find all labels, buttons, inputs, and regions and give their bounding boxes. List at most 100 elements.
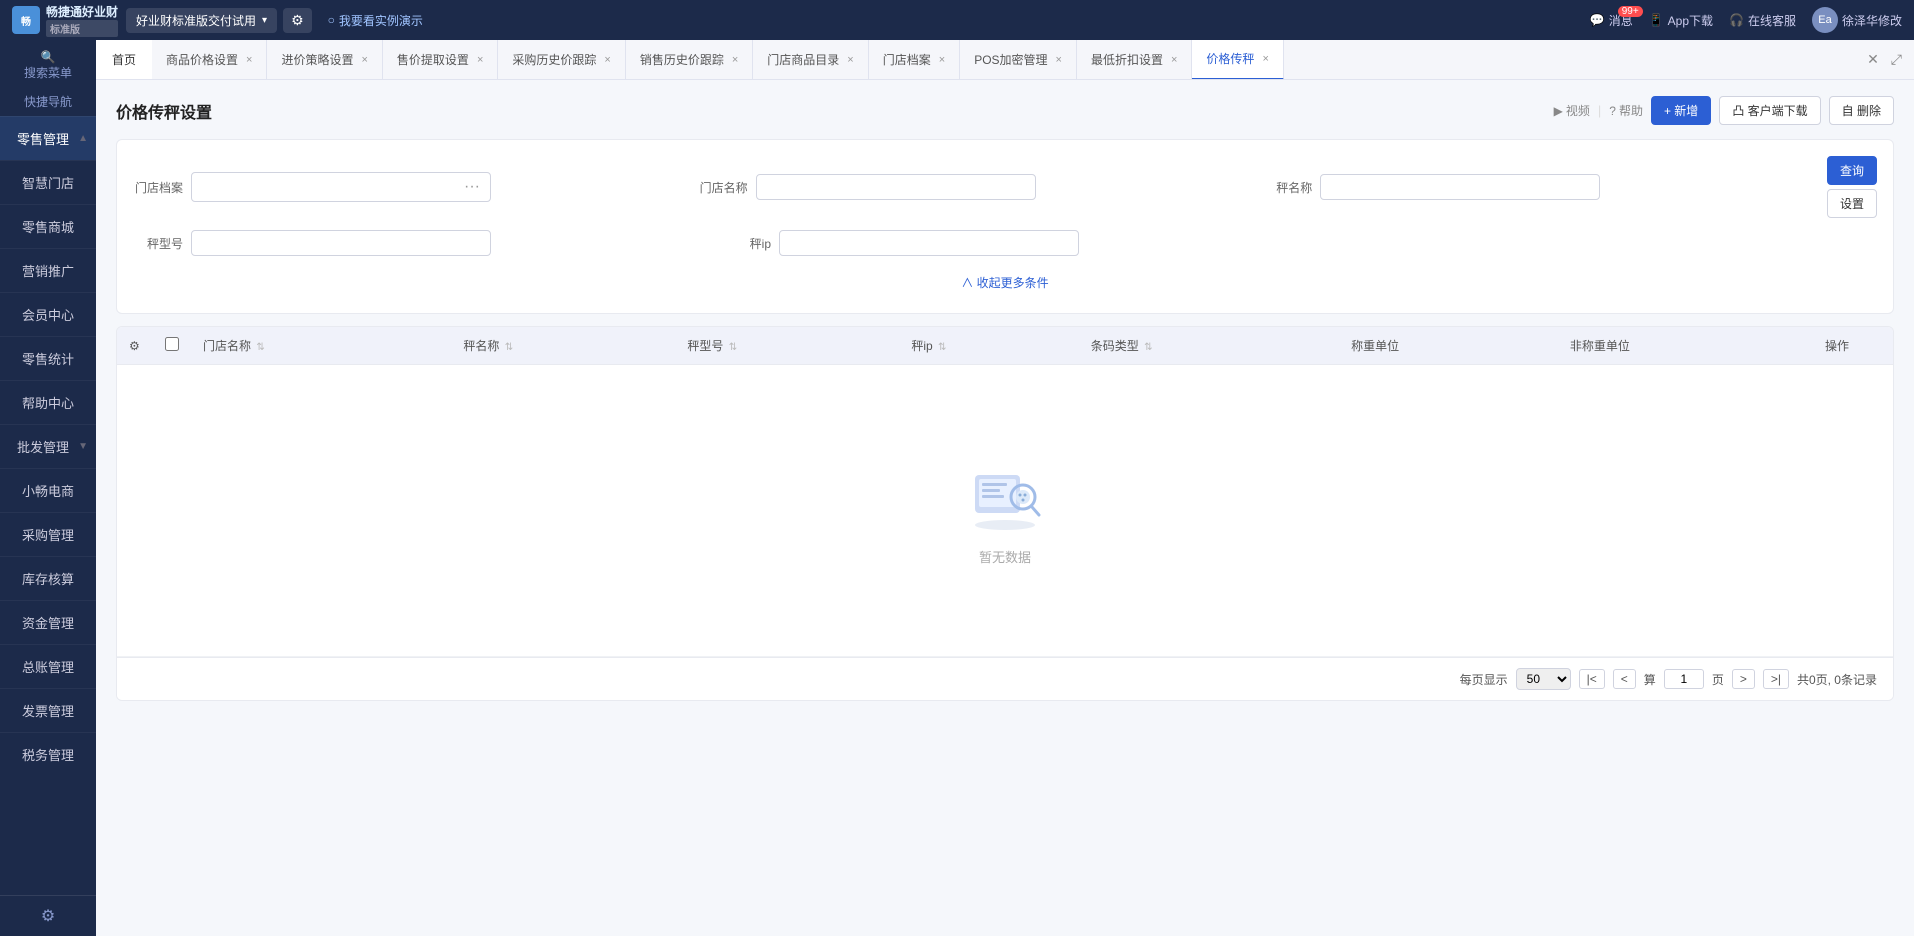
- video-label: 视频: [1566, 102, 1590, 119]
- tab-store-catalog[interactable]: 门店商品目录 ×: [753, 40, 868, 80]
- store-name-input[interactable]: [756, 174, 1036, 200]
- message-button[interactable]: 💬 消息 99+: [1590, 12, 1633, 29]
- download-label: 凸 客户端下载: [1732, 102, 1807, 119]
- tab-label: 商品价格设置: [166, 51, 238, 68]
- more-icon[interactable]: ···: [464, 178, 480, 196]
- select-all-checkbox[interactable]: [165, 337, 179, 351]
- online-service-button[interactable]: 🎧 在线客服: [1729, 12, 1796, 29]
- empty-cell: 暂无数据: [117, 365, 1893, 657]
- table-body: 暂无数据: [117, 365, 1893, 657]
- th-checkbox: [153, 327, 191, 365]
- help-link[interactable]: ? 帮助: [1609, 102, 1643, 119]
- empty-text: 暂无数据: [979, 547, 1031, 566]
- sidebar-search[interactable]: 🔍 搜索菜单: [0, 40, 96, 87]
- setting-button[interactable]: 设置: [1827, 189, 1877, 218]
- sidebar-item-invoice[interactable]: 发票管理: [0, 688, 96, 732]
- close-icon[interactable]: ×: [246, 54, 252, 66]
- tab-sale-price[interactable]: 售价提取设置 ×: [383, 40, 498, 80]
- message-icon: 💬: [1590, 13, 1605, 27]
- pagination-bar: 每页显示 50 10 20 100 |< < 算 页 > >|: [117, 657, 1893, 700]
- collapse-label: ∧ 收起更多条件: [961, 274, 1048, 291]
- sidebar-item-tax[interactable]: 税务管理: [0, 732, 96, 776]
- delete-button[interactable]: 自 删除: [1829, 96, 1894, 125]
- query-label: 查询: [1840, 162, 1864, 179]
- sidebar-item-general-ledger[interactable]: 总账管理: [0, 644, 96, 688]
- tab-store-file[interactable]: 门店档案 ×: [869, 40, 960, 80]
- tab-label: POS加密管理: [974, 51, 1047, 68]
- per-page-select[interactable]: 50 10 20 100: [1516, 668, 1571, 690]
- sidebar-item-retail[interactable]: 零售管理 ▲: [0, 116, 96, 160]
- tab-pos-manage[interactable]: POS加密管理 ×: [960, 40, 1077, 80]
- add-button[interactable]: + 新增: [1651, 96, 1711, 125]
- topbar-settings-button[interactable]: ⚙: [283, 8, 312, 33]
- close-icon[interactable]: ×: [477, 54, 483, 66]
- sidebar-item-smart-store[interactable]: 智慧门店: [0, 160, 96, 204]
- query-button[interactable]: 查询: [1827, 156, 1877, 185]
- download-button[interactable]: 凸 客户端下载: [1719, 96, 1820, 125]
- close-icon[interactable]: ×: [604, 54, 610, 66]
- tab-label: 首页: [112, 51, 136, 68]
- close-icon[interactable]: ×: [847, 54, 853, 66]
- demo-label: 我要看实例演示: [339, 12, 423, 29]
- close-window-button[interactable]: ✕: [1863, 49, 1883, 70]
- tab-label: 采购历史价跟踪: [512, 51, 596, 68]
- sidebar-item-retail-mall[interactable]: 零售商城: [0, 204, 96, 248]
- tab-sale-history[interactable]: 销售历史价跟踪 ×: [626, 40, 753, 80]
- prev-page-button[interactable]: <: [1613, 669, 1636, 689]
- th-store-name: 门店名称 ⇅: [191, 327, 451, 365]
- sidebar-item-marketing[interactable]: 营销推广: [0, 248, 96, 292]
- sidebar-item-inventory[interactable]: 库存核算: [0, 556, 96, 600]
- video-link[interactable]: ▶ 视频: [1554, 102, 1590, 119]
- sidebar-item-member[interactable]: 会员中心: [0, 292, 96, 336]
- demo-link[interactable]: ○ 我要看实例演示: [328, 12, 423, 29]
- sidebar-item-help[interactable]: 帮助中心: [0, 380, 96, 424]
- sidebar-item-finance[interactable]: 资金管理: [0, 600, 96, 644]
- app-download-button[interactable]: 📱 App下载: [1649, 12, 1713, 29]
- tab-product-price[interactable]: 商品价格设置 ×: [152, 40, 267, 80]
- collapse-button[interactable]: ∧ 收起更多条件: [133, 268, 1877, 297]
- close-icon[interactable]: ×: [1056, 54, 1062, 66]
- page-number-input[interactable]: [1664, 669, 1704, 689]
- sidebar-item-retail-stats[interactable]: 零售统计: [0, 336, 96, 380]
- first-page-button[interactable]: |<: [1579, 669, 1605, 689]
- logo-area: 畅 畅捷通好业财 标准版: [12, 3, 118, 37]
- tab-min-discount[interactable]: 最低折扣设置 ×: [1077, 40, 1192, 80]
- sidebar-item-purchase[interactable]: 采购管理: [0, 512, 96, 556]
- help-icon: ?: [1609, 104, 1616, 118]
- delete-label: 自 删除: [1842, 102, 1881, 119]
- sort-icon: ⇅: [938, 342, 946, 353]
- scale-name-input[interactable]: [1320, 174, 1600, 200]
- tab-price-transfer[interactable]: 价格传秤 ×: [1192, 40, 1283, 80]
- th-scale-ip: 秤ip ⇅: [899, 327, 1078, 365]
- next-page-button[interactable]: >: [1732, 669, 1755, 689]
- sidebar-item-label: 采购管理: [8, 525, 88, 544]
- app-name-text: 畅捷通好业财 标准版: [46, 3, 118, 37]
- filter-row-1: 门店档案 ··· 门店名称 秤名称: [133, 156, 1877, 218]
- last-page-button[interactable]: >|: [1763, 669, 1789, 689]
- tab-purchase-history[interactable]: 采购历史价跟踪 ×: [498, 40, 625, 80]
- th-gear[interactable]: ⚙: [117, 327, 153, 365]
- store-name-field: 门店名称: [698, 174, 1243, 200]
- tab-purchase-strategy[interactable]: 进价策略设置 ×: [267, 40, 382, 80]
- user-menu[interactable]: Ea 徐泽华修改: [1812, 7, 1902, 33]
- store-file-select[interactable]: ···: [191, 172, 491, 202]
- th-operation: 操作: [1813, 327, 1893, 365]
- sidebar-settings-button[interactable]: ⚙: [41, 906, 55, 926]
- scale-ip-input[interactable]: [779, 230, 1079, 256]
- tab-home[interactable]: 首页: [96, 40, 152, 80]
- close-icon[interactable]: ×: [361, 54, 367, 66]
- scale-ip-field: 秤ip: [721, 230, 1289, 256]
- chevron-up-icon: ▲: [78, 133, 88, 144]
- sidebar-item-wholesale[interactable]: 批发管理 ▼: [0, 424, 96, 468]
- maximize-button[interactable]: ⤢: [1887, 49, 1906, 70]
- filter-area: 门店档案 ··· 门店名称 秤名称: [116, 139, 1894, 314]
- version-selector[interactable]: 好业财标准版交付试用 ▾: [126, 8, 277, 33]
- scale-model-input[interactable]: [191, 230, 491, 256]
- demo-icon: ○: [328, 13, 335, 27]
- close-icon[interactable]: ×: [1262, 53, 1268, 65]
- sidebar-quick-nav[interactable]: 快捷导航: [0, 87, 96, 116]
- sidebar-item-xiaochang[interactable]: 小畅电商: [0, 468, 96, 512]
- close-icon[interactable]: ×: [939, 54, 945, 66]
- close-icon[interactable]: ×: [1171, 54, 1177, 66]
- close-icon[interactable]: ×: [732, 54, 738, 66]
